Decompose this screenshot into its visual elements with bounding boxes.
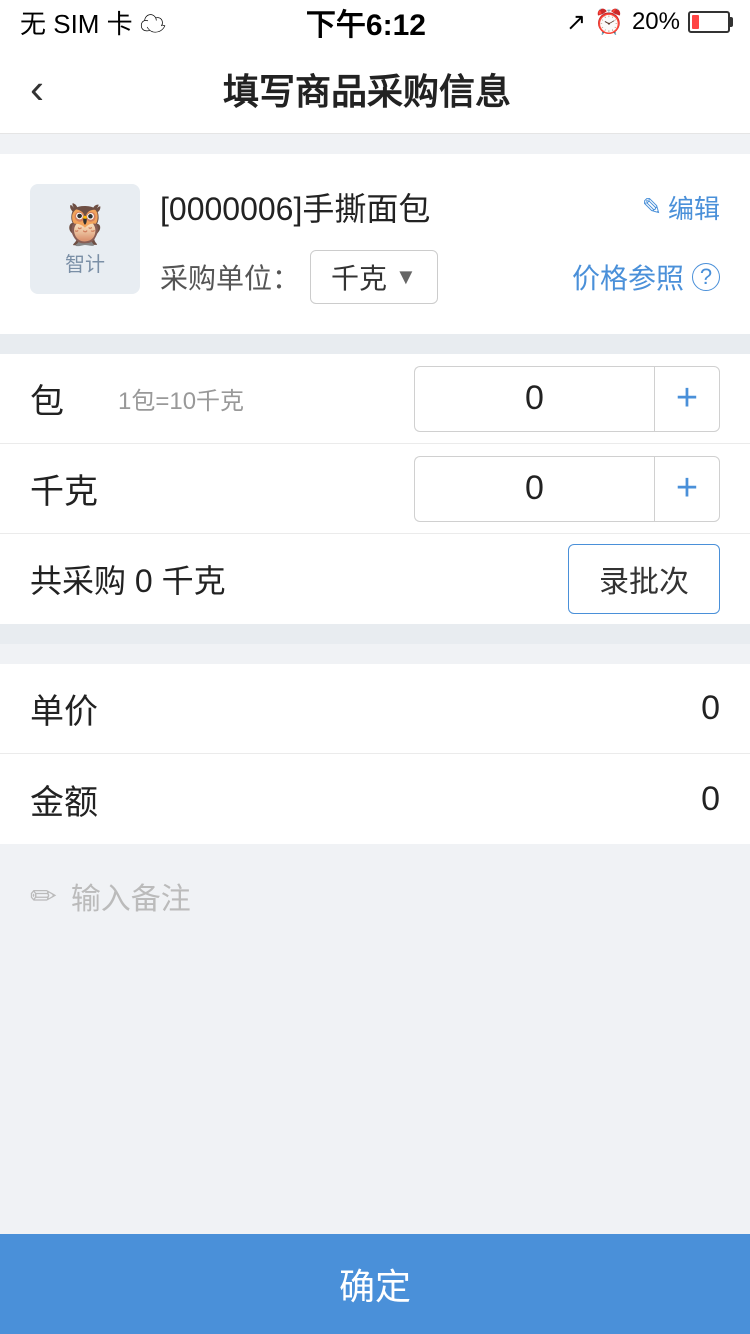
kg-row: 千克 +	[0, 444, 750, 534]
content-filler	[0, 948, 750, 1234]
unit-select[interactable]: 千克 ▼	[310, 250, 438, 304]
price-ref-icon: ?	[692, 263, 720, 291]
product-card: 🦉 智计 [0000006]手撕面包 ✎ 编辑 采购单位： 千克 ▼	[0, 154, 750, 334]
product-image: 🦉 智计	[30, 184, 140, 294]
battery-icon	[688, 11, 730, 33]
back-button[interactable]: ‹	[30, 68, 44, 110]
amount-label: 金额	[30, 775, 701, 824]
product-name: [0000006]手撕面包	[160, 184, 430, 230]
price-ref-button[interactable]: 价格参照 ?	[572, 257, 720, 297]
edit-icon: ✎	[642, 193, 662, 222]
bao-label: 包	[30, 374, 110, 423]
bao-plus-button[interactable]: +	[654, 366, 720, 432]
bao-input-wrap: +	[244, 366, 720, 432]
kg-input-wrap: +	[110, 456, 720, 522]
dropdown-icon: ▼	[395, 264, 417, 290]
confirm-bar[interactable]: 确定	[0, 1234, 750, 1334]
unit-price-value: 0	[701, 689, 720, 728]
edit-label: 编辑	[668, 189, 720, 226]
summary-text: 共采购 0 千克	[30, 556, 568, 602]
status-right: ↗ ⏰ 20%	[566, 8, 730, 37]
alarm-icon: ⏰	[594, 8, 624, 37]
divider-2	[0, 624, 750, 644]
status-left: 无 SIM 卡 ☁	[20, 4, 166, 41]
page-title: 填写商品采购信息	[74, 63, 660, 115]
location-icon: ↗	[566, 8, 586, 37]
unit-value: 千克	[331, 257, 387, 297]
nav-bar: ‹ 填写商品采购信息	[0, 44, 750, 134]
battery-percent: 20%	[632, 8, 680, 36]
bao-input[interactable]	[414, 366, 654, 432]
notes-icon: ✏	[30, 877, 57, 915]
status-time: 下午6:12	[306, 0, 426, 44]
quantity-section: 包 1包=10千克 + 千克 +	[0, 354, 750, 534]
notes-section[interactable]: ✏ 输入备注	[0, 844, 750, 948]
kg-label: 千克	[30, 464, 110, 513]
sim-status: 无 SIM 卡 ☁	[20, 4, 166, 41]
kg-plus-button[interactable]: +	[654, 456, 720, 522]
bao-row: 包 1包=10千克 +	[0, 354, 750, 444]
amount-row: 金额 0	[0, 754, 750, 844]
unit-price-label: 单价	[30, 684, 701, 733]
price-section: 单价 0 金额 0	[0, 664, 750, 844]
product-info: [0000006]手撕面包 ✎ 编辑 采购单位： 千克 ▼ 价格参照 ?	[160, 184, 720, 304]
bao-sub-label: 1包=10千克	[118, 381, 244, 416]
unit-price-row: 单价 0	[0, 664, 750, 754]
status-bar: 无 SIM 卡 ☁ 下午6:12 ↗ ⏰ 20%	[0, 0, 750, 44]
batch-button[interactable]: 录批次	[568, 544, 720, 614]
price-ref-label: 价格参照	[572, 257, 684, 297]
confirm-button-label: 确定	[339, 1258, 411, 1310]
purchase-unit-row: 采购单位： 千克 ▼ 价格参照 ?	[160, 250, 720, 304]
kg-input[interactable]	[414, 456, 654, 522]
divider-1	[0, 334, 750, 354]
edit-button[interactable]: ✎ 编辑	[642, 189, 720, 226]
product-name-row: [0000006]手撕面包 ✎ 编辑	[160, 184, 720, 230]
summary-row: 共采购 0 千克 录批次	[0, 534, 750, 624]
unit-label: 采购单位：	[160, 257, 300, 297]
amount-value: 0	[701, 780, 720, 819]
notes-input[interactable]: 输入备注	[71, 874, 191, 918]
